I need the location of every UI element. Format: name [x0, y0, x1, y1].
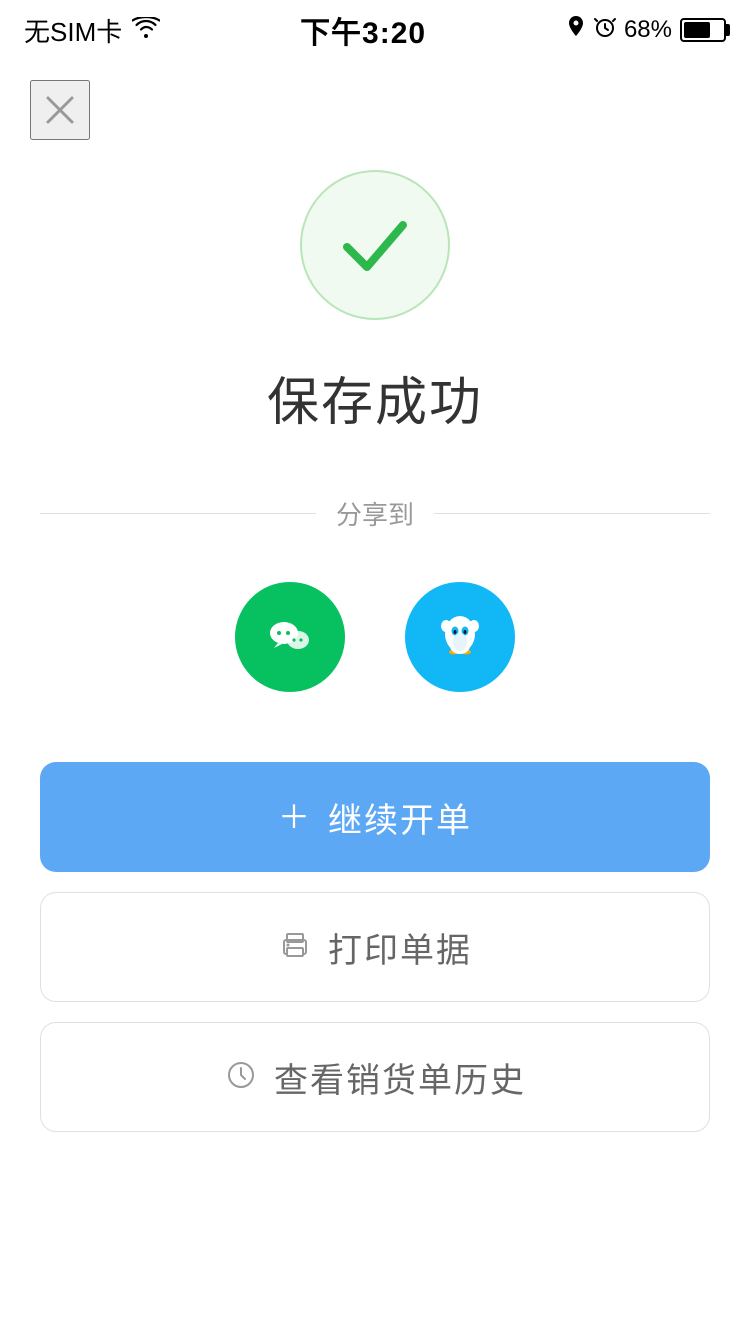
status-bar: 无SIM卡 下午3:20 68% [0, 0, 750, 60]
qq-icon [429, 606, 491, 668]
share-label: 分享到 [336, 495, 414, 532]
continue-button[interactable]: ＋ 继续开单 [40, 762, 710, 872]
print-button[interactable]: 打印单据 [40, 892, 710, 1002]
divider-left [40, 513, 316, 514]
history-label: 查看销货单历史 [274, 1053, 526, 1102]
wechat-icon [260, 607, 320, 667]
close-button[interactable] [30, 80, 90, 140]
share-qq-button[interactable] [405, 582, 515, 692]
print-icon [278, 928, 312, 967]
close-icon [42, 92, 78, 128]
success-title: 保存成功 [267, 360, 483, 435]
status-right: 68% [566, 16, 726, 45]
history-button[interactable]: 查看销货单历史 [40, 1022, 710, 1132]
battery-percentage: 68% [624, 16, 672, 44]
share-icons [235, 582, 515, 692]
carrier-text: 无SIM卡 [24, 12, 122, 49]
share-divider: 分享到 [40, 495, 710, 532]
divider-right [434, 513, 710, 514]
location-icon [566, 16, 586, 45]
alarm-icon [594, 16, 616, 45]
status-carrier: 无SIM卡 [24, 12, 160, 49]
success-icon-circle [300, 170, 450, 320]
wifi-icon [132, 15, 160, 46]
share-wechat-button[interactable] [235, 582, 345, 692]
battery-icon [680, 18, 726, 42]
history-icon [224, 1058, 258, 1097]
main-content: 保存成功 分享到 [0, 60, 750, 1334]
status-time: 下午3:20 [300, 8, 426, 52]
checkmark-icon [335, 205, 415, 285]
print-label: 打印单据 [328, 923, 472, 972]
plus-icon: ＋ [278, 801, 312, 833]
continue-label: 继续开单 [328, 793, 472, 842]
action-buttons: ＋ 继续开单 打印单据 查看销货单历史 [40, 762, 710, 1132]
